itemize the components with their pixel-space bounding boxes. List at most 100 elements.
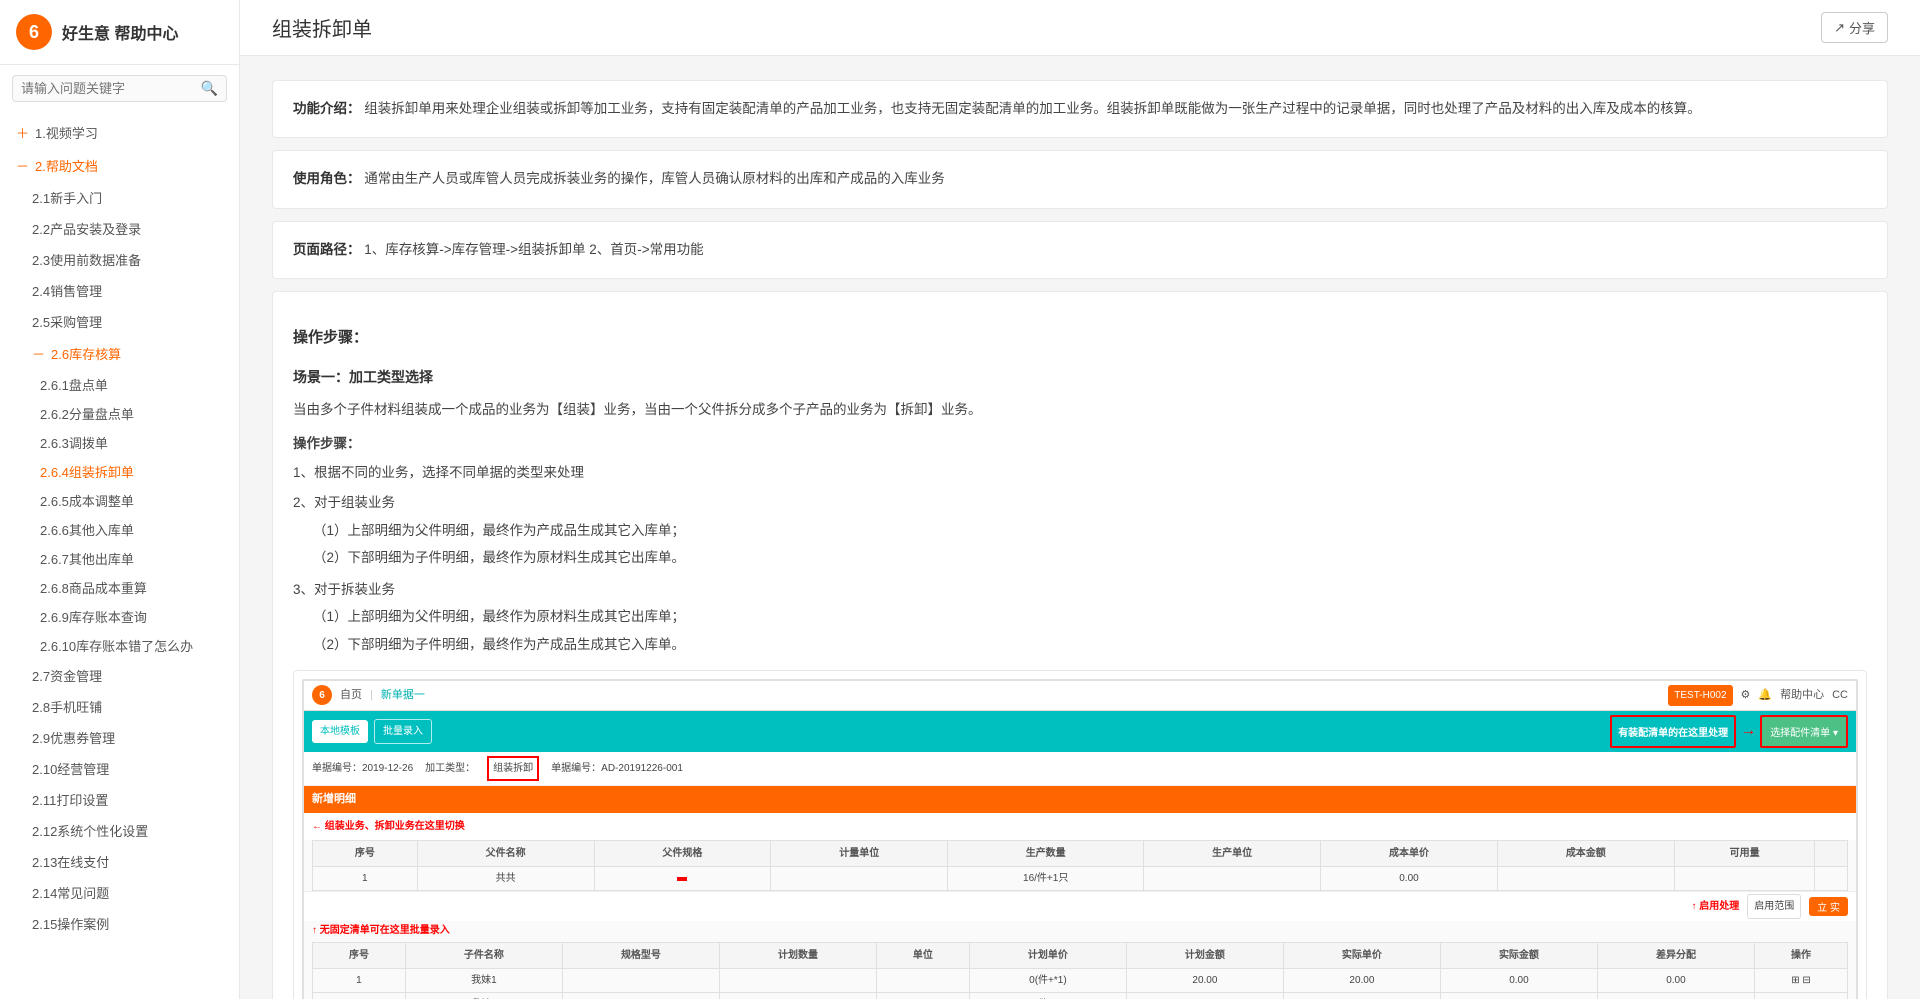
sidebar-item-split-stocktake[interactable]: 2.6.2分量盘点单 (0, 399, 239, 428)
sidebar-item-ops[interactable]: 2.10经营管理 (0, 753, 239, 784)
sidebar-item-cases[interactable]: 2.15操作案例 (0, 908, 239, 939)
td-qty: 16/件+1只 (948, 867, 1144, 891)
sidebar-item-cost-adj[interactable]: 2.6.5成本调整单 (0, 486, 239, 515)
app-child-table: 序号 子件名称 规格型号 计划数量 单位 计划单价 计划金额 实际单价 实际金额 (312, 942, 1848, 999)
sidebar-item-transfer[interactable]: 2.6.3调拨单 (0, 428, 239, 457)
td-unit (771, 867, 948, 891)
sidebar-item-stock-error[interactable]: 2.6.10库存账本错了怎么办 (0, 631, 239, 660)
scene1-desc: 当由多个子件材料组装成一个成品的业务为【组装】业务，当由一个父件拆分成多个子产品… (293, 397, 1867, 423)
step2-2: （2）下部明细为子件明细，最终作为原材料生成其它出库单。 (313, 545, 1867, 571)
choose-type-btn: 选择配件清单 ▾ (1770, 728, 1838, 739)
th-avail: 可用量 (1674, 841, 1815, 867)
path-card: 页面路径： 1、库存核算->库存管理->组装拆卸单 2、首页->常用功能 (272, 221, 1888, 279)
th-sub-unit: 单位 (876, 943, 969, 969)
app-subbar: 本地模板 批量录入 有装配清单的在这里处理 → 选择配件清单 ▾ (304, 711, 1856, 753)
share-icon: ↗ (1834, 20, 1845, 36)
sidebar-subgroup-label: 2.6库存核算 (51, 344, 121, 363)
th-qty: 生产数量 (948, 841, 1144, 867)
search-box[interactable]: 🔍 (12, 75, 227, 102)
minus-icon2: － (32, 344, 45, 363)
td-avail (1674, 867, 1815, 891)
app-annotation-area: ← 组装业务、拆卸业务在这里切换 (304, 813, 1856, 840)
th-parent-spec: 父件规格 (594, 841, 771, 867)
sidebar-item-payment[interactable]: 2.13在线支付 (0, 846, 239, 877)
sidebar-item-video[interactable]: ＋ 1.视频学习 (0, 116, 239, 149)
step3-2: （2）下部明细为子件明细，最终作为产成品生成其它入库单。 (313, 632, 1867, 658)
annotation1-text: 有装配清单的在这里处理 (1618, 728, 1728, 739)
sidebar-item-purchase[interactable]: 2.5采购管理 (0, 306, 239, 337)
steps-label: 操作步骤： (293, 431, 1867, 457)
sidebar-item-stocktake[interactable]: 2.6.1盘点单 (0, 370, 239, 399)
sidebar-item-newuser[interactable]: 2.1新手入门 (0, 182, 239, 213)
search-icon[interactable]: 🔍 (201, 80, 218, 97)
table-row: 2 我妹2 0(件+*1) 20.00 20.00 0.00 0.00 (313, 993, 1848, 999)
logo-text: 好生意 帮助中心 (62, 20, 178, 44)
th-unit: 计量单位 (771, 841, 948, 867)
page-title: 组装拆卸单 (272, 13, 372, 42)
sidebar-item-docs[interactable]: － 2.帮助文档 2.1新手入门 2.2产品安装及登录 2.3使用前数据准备 2… (0, 149, 239, 939)
td-punit (1144, 867, 1321, 891)
th-sub-seq: 序号 (313, 943, 406, 969)
app-enable-field: 启用范围 (1747, 894, 1801, 919)
th-sub-plan-price: 计划单价 (969, 943, 1126, 969)
screenshot-container: 6 自页 | 新单据一 TEST-H002 ⚙ 🔔 帮助中心 CC 本地模板 (293, 670, 1867, 999)
sidebar-item-stock-ledger[interactable]: 2.6.9库存账本查询 (0, 602, 239, 631)
app-btn-local-template[interactable]: 本地模板 (312, 720, 368, 743)
doc-date: 2019-12-26 (362, 763, 413, 774)
sidebar-item-assembly[interactable]: 2.6.4组装拆卸单 (0, 457, 239, 486)
app-nav-home: 自页 (340, 685, 362, 706)
td-seq: 1 (313, 867, 418, 891)
th-prod-unit: 生产单位 (1144, 841, 1321, 867)
sidebar-item-mobile[interactable]: 2.8手机旺铺 (0, 691, 239, 722)
plus-icon: ＋ (16, 123, 29, 142)
td-op (1815, 867, 1848, 891)
sidebar-item-customize[interactable]: 2.12系统个性化设置 (0, 815, 239, 846)
sidebar-group-label: 1.视频学习 (35, 123, 98, 142)
annotation4-text: ↑ 无固定清单可在这里批量录入 (312, 925, 450, 936)
table-row: 1 共共 16/件+1只 0.00 (313, 867, 1848, 891)
th-action (1815, 841, 1848, 867)
scene1-title: 场景一：加工类型选择 (293, 364, 1867, 391)
th-sub-spec: 规格型号 (562, 943, 719, 969)
td-name: 共共 (417, 867, 594, 891)
th-cost-amt: 成本金额 (1497, 841, 1674, 867)
td-spec (594, 867, 771, 891)
app-annotation3-area: ↑ 启用处理 启用范围 立 实 (304, 891, 1856, 921)
path-text: 1、库存核算->库存管理->组装拆卸单 2、首页->常用功能 (364, 242, 703, 257)
app-child-table-area: ↑ 无固定清单可在这里批量录入 序号 子件名称 规格型号 计划数量 单位 (304, 921, 1856, 999)
app-btn-batch[interactable]: 批量录入 (374, 719, 432, 744)
app-confirm-btn[interactable]: 立 实 (1809, 897, 1848, 916)
app-topbar: 6 自页 | 新单据一 TEST-H002 ⚙ 🔔 帮助中心 CC (304, 681, 1856, 711)
td-camt (1497, 867, 1674, 891)
sidebar-item-dataprep[interactable]: 2.3使用前数据准备 (0, 244, 239, 275)
sidebar-item-other-in[interactable]: 2.6.6其他入库单 (0, 515, 239, 544)
step1: 1、根据不同的业务，选择不同单据的类型来处理 (293, 460, 1867, 486)
func-intro-text: 组装拆卸单用来处理企业组装或拆卸等加工业务，支持有固定装配清单的产品加工业务，也… (364, 101, 1701, 116)
search-input[interactable] (21, 81, 201, 96)
sidebar-item-coupon[interactable]: 2.9优惠券管理 (0, 722, 239, 753)
minus-icon: － (16, 156, 29, 175)
sidebar-item-sales[interactable]: 2.4销售管理 (0, 275, 239, 306)
steps-title: 操作步骤： (293, 324, 1867, 353)
th-seq: 序号 (313, 841, 418, 867)
sidebar-item-other-out[interactable]: 2.6.7其他出库单 (0, 544, 239, 573)
sidebar-item-inventory[interactable]: － 2.6库存核算 2.6.1盘点单 2.6.2分量盘点单 2.6.3调拨单 2… (0, 337, 239, 660)
sidebar-item-faq[interactable]: 2.14常见问题 (0, 877, 239, 908)
th-sub-diff: 差异分配 (1597, 943, 1754, 969)
app-doc-info: 单据编号：2019-12-26 加工类型： 组装拆卸 单据编号：AD-20191… (304, 752, 1856, 786)
sidebar-item-install[interactable]: 2.2产品安装及登录 (0, 213, 239, 244)
sidebar: 6 好生意 帮助中心 🔍 ＋ 1.视频学习 － 2.帮助文档 2.1新手入门 2… (0, 0, 240, 999)
content-area: 功能介绍： 组装拆卸单用来处理企业组装或拆卸等加工业务，支持有固定装配清单的产品… (240, 56, 1920, 999)
orange-tab[interactable]: 新增明细 (312, 789, 356, 810)
app-parent-table: 序号 父件名称 父件规格 计量单位 生产数量 生产单位 成本单价 成本金额 可用… (312, 840, 1848, 891)
role-label: 使用角色： (293, 171, 361, 186)
share-button[interactable]: ↗ 分享 (1821, 12, 1888, 43)
sidebar-item-cost-recalc[interactable]: 2.6.8商品成本重算 (0, 573, 239, 602)
sidebar-item-print[interactable]: 2.11打印设置 (0, 784, 239, 815)
sidebar-item-finance[interactable]: 2.7资金管理 (0, 660, 239, 691)
td-cprice: 0.00 (1321, 867, 1498, 891)
func-intro-card: 功能介绍： 组装拆卸单用来处理企业组装或拆卸等加工业务，支持有固定装配清单的产品… (272, 80, 1888, 138)
step2-1: （1）上部明细为父件明细，最终作为产成品生成其它入库单； (313, 518, 1867, 544)
step2: 2、对于组装业务 (293, 490, 1867, 516)
th-sub-act-amt: 实际金额 (1440, 943, 1597, 969)
